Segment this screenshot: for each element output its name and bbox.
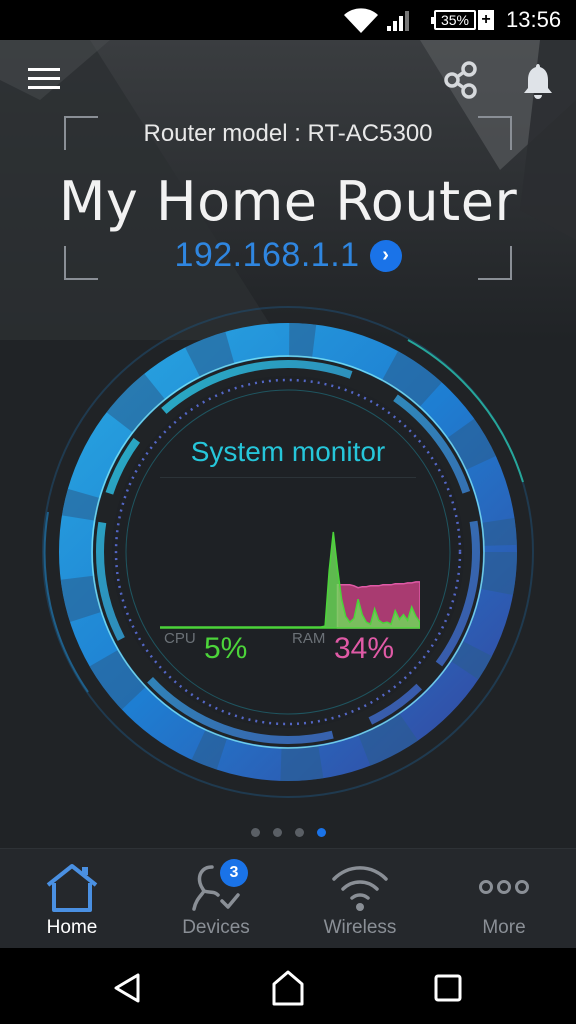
wifi-icon bbox=[344, 8, 378, 33]
page-indicator[interactable] bbox=[0, 828, 576, 837]
ram-value: 34% bbox=[334, 632, 395, 665]
tab-label: More bbox=[482, 917, 526, 938]
cell-signal-icon bbox=[387, 11, 409, 31]
page-dot[interactable] bbox=[250, 828, 260, 837]
system-nav-bar bbox=[0, 948, 576, 1024]
wireless-icon bbox=[332, 866, 388, 911]
tab-more[interactable]: More bbox=[432, 849, 576, 948]
tab-label: Devices bbox=[182, 917, 250, 938]
cpu-label: CPU bbox=[164, 630, 196, 647]
bell-icon[interactable] bbox=[520, 62, 556, 100]
page-dot[interactable] bbox=[316, 828, 326, 837]
tab-wireless[interactable]: Wireless bbox=[288, 849, 432, 948]
chevron-right-icon[interactable]: › bbox=[369, 239, 402, 272]
ram-label: RAM bbox=[292, 630, 326, 647]
back-icon[interactable] bbox=[108, 968, 148, 1008]
system-monitor-graph bbox=[160, 531, 420, 629]
bottom-tab-bar: Home 3 Devices Wireless More bbox=[0, 848, 576, 948]
hamburger-menu-icon bbox=[28, 68, 60, 71]
router-ip-row[interactable]: 192.168.1.1 › bbox=[0, 236, 576, 275]
tab-home[interactable]: Home bbox=[0, 849, 144, 948]
recents-icon[interactable] bbox=[428, 968, 468, 1008]
system-monitor-title: System monitor bbox=[190, 436, 386, 467]
devices-count-badge: 3 bbox=[220, 859, 248, 887]
home-nav-icon[interactable] bbox=[268, 968, 308, 1008]
router-model-label: Router model : RT-AC5300 bbox=[143, 120, 433, 147]
router-name: My Home Router bbox=[58, 170, 518, 233]
charging-icon: + bbox=[478, 10, 494, 30]
app-home-screen: Router model : RT-AC5300 My Home Router … bbox=[0, 40, 576, 948]
page-dot[interactable] bbox=[294, 828, 304, 837]
cpu-value: 5% bbox=[204, 632, 248, 665]
router-ip-link[interactable]: 192.168.1.1 bbox=[174, 236, 359, 275]
menu-button[interactable] bbox=[28, 68, 60, 92]
tab-devices[interactable]: 3 Devices bbox=[144, 849, 288, 948]
page-dot[interactable] bbox=[272, 828, 282, 837]
battery-icon: 35% bbox=[431, 10, 476, 30]
status-bar: 35% + 13:56 bbox=[0, 0, 576, 40]
home-icon bbox=[46, 864, 98, 912]
share-icon[interactable] bbox=[443, 60, 479, 100]
more-icon bbox=[479, 880, 529, 894]
clock: 13:56 bbox=[506, 7, 562, 32]
tab-label: Wireless bbox=[323, 917, 397, 938]
divider bbox=[160, 477, 416, 478]
tab-label: Home bbox=[46, 917, 98, 938]
